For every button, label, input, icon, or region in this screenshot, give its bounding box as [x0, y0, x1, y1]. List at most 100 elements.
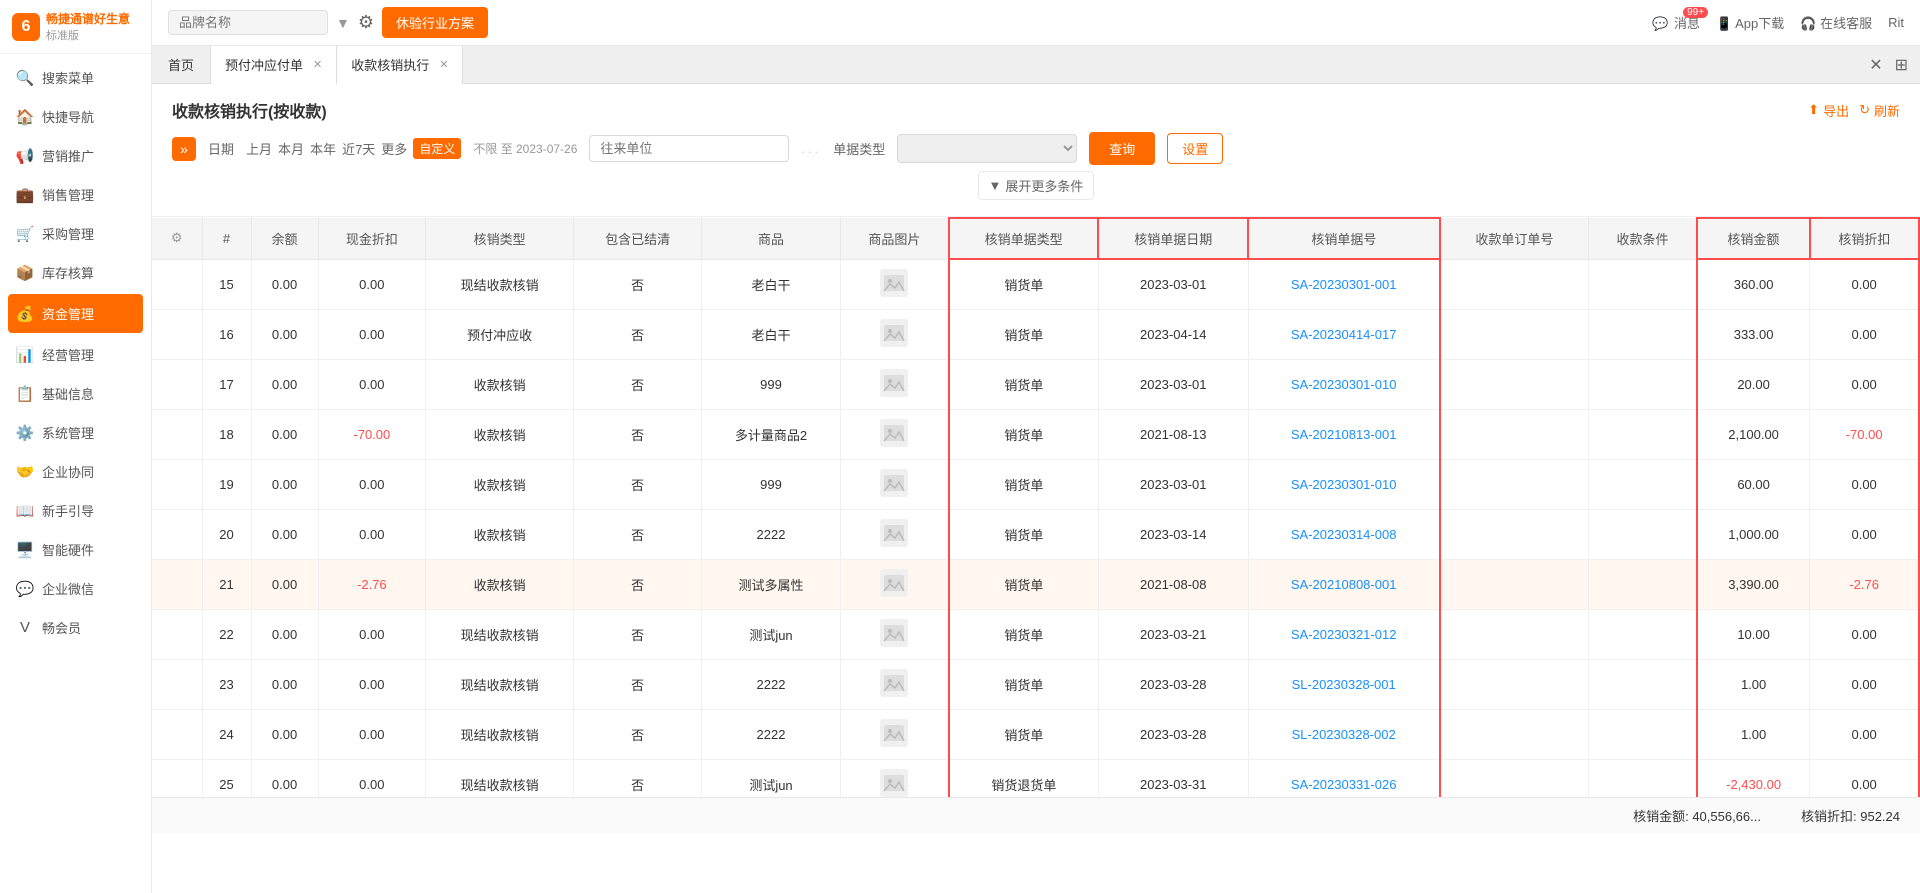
- cell-settings: [152, 709, 202, 759]
- cell-voucher-no[interactable]: SA-20230301-001: [1248, 259, 1440, 309]
- cell-voucher-date: 2023-04-14: [1098, 309, 1248, 359]
- download-icon: 📱: [1716, 16, 1732, 31]
- filter-expand-left-btn[interactable]: »: [172, 137, 196, 161]
- tab-close-receipt[interactable]: ✕: [439, 58, 448, 71]
- sidebar-item-basic[interactable]: 📋 基础信息: [0, 374, 151, 413]
- page-content: 收款核销执行(按收款) ⬆ 导出 ↻ 刷新 » 日期: [152, 84, 1920, 893]
- chevron-down-icon[interactable]: ▼: [336, 15, 350, 31]
- cell-settled: 否: [574, 459, 702, 509]
- sales-icon: 💼: [16, 186, 34, 204]
- cell-amount: 2,100.00: [1697, 409, 1810, 459]
- sidebar-item-marketing[interactable]: 📢 营销推广: [0, 136, 151, 175]
- system-icon: ⚙️: [16, 424, 34, 442]
- cell-product-img: [841, 409, 949, 459]
- brand-search-input[interactable]: [168, 10, 328, 35]
- th-amount: 核销金额: [1697, 218, 1810, 259]
- cell-cash-discount: 0.00: [318, 709, 426, 759]
- cell-order-no: [1440, 759, 1589, 797]
- cell-voucher-no[interactable]: SA-20230301-010: [1248, 459, 1440, 509]
- settings-icon[interactable]: ⚙: [358, 12, 374, 33]
- th-order-no: 收款单订单号: [1440, 218, 1589, 259]
- cell-voucher-no[interactable]: SA-20230414-017: [1248, 309, 1440, 359]
- cell-order-no: [1440, 459, 1589, 509]
- date-more[interactable]: 更多: [381, 139, 407, 158]
- tab-close-prepay[interactable]: ✕: [313, 58, 322, 71]
- sidebar-item-finance[interactable]: 💰 资金管理: [8, 294, 143, 333]
- sidebar-item-wechat[interactable]: 💬 企业微信: [0, 569, 151, 608]
- sidebar-item-purchase[interactable]: 🛒 采购管理: [0, 214, 151, 253]
- filter-settings-btn[interactable]: 设置: [1167, 133, 1223, 164]
- cell-voucher-no[interactable]: SA-20230314-008: [1248, 509, 1440, 559]
- cell-voucher-date: 2023-03-21: [1098, 609, 1248, 659]
- cell-type: 收款核销: [426, 509, 574, 559]
- query-btn[interactable]: 查询: [1089, 132, 1155, 165]
- th-cash-discount: 现金折扣: [318, 218, 426, 259]
- sidebar-item-member[interactable]: V 畅会员: [0, 608, 151, 647]
- user-profile[interactable]: Rit: [1888, 15, 1904, 30]
- sidebar-item-quicknav[interactable]: 🏠 快捷导航: [0, 97, 151, 136]
- cell-type: 收款核销: [426, 459, 574, 509]
- cell-voucher-no[interactable]: SA-20230331-026: [1248, 759, 1440, 797]
- th-voucher-type: 核销单据类型: [949, 218, 1099, 259]
- date-this-month[interactable]: 本月: [278, 139, 304, 158]
- cell-condition: [1589, 609, 1697, 659]
- notification-bell[interactable]: 💬 消息 99+: [1652, 13, 1700, 32]
- cell-settled: 否: [574, 409, 702, 459]
- sidebar-item-search[interactable]: 🔍 搜索菜单: [0, 58, 151, 97]
- hardware-icon: 🖥️: [16, 541, 34, 559]
- cell-voucher-no[interactable]: SA-20230301-010: [1248, 359, 1440, 409]
- tab-close-window-btn[interactable]: ✕: [1865, 51, 1886, 79]
- cell-settings: [152, 559, 202, 609]
- cell-voucher-no[interactable]: SA-20210808-001: [1248, 559, 1440, 609]
- tab-bar: 首页 预付冲应付单 ✕ 收款核销执行 ✕ ✕ ⊞: [152, 46, 1920, 84]
- sidebar-item-operations[interactable]: 📊 经营管理: [0, 335, 151, 374]
- trading-partner-input[interactable]: [589, 135, 789, 162]
- cell-product-img: [841, 559, 949, 609]
- app-download-link[interactable]: 📱 App下载: [1716, 13, 1784, 32]
- member-icon: V: [16, 619, 34, 637]
- cell-settled: 否: [574, 559, 702, 609]
- cell-voucher-type: 销货退货单: [949, 759, 1099, 797]
- home-icon: 🏠: [16, 108, 34, 126]
- sidebar-item-guide[interactable]: 📖 新手引导: [0, 491, 151, 530]
- sidebar-item-inventory[interactable]: 📦 库存核算: [0, 253, 151, 292]
- cell-voucher-date: 2021-08-13: [1098, 409, 1248, 459]
- industry-btn[interactable]: 休验行业方案: [382, 7, 488, 38]
- tab-home[interactable]: 首页: [152, 46, 211, 84]
- th-settings[interactable]: ⚙: [152, 218, 202, 259]
- expand-more-conditions-btn[interactable]: ▼ 展开更多条件: [978, 171, 1095, 200]
- cell-voucher-no[interactable]: SL-20230328-001: [1248, 659, 1440, 709]
- sidebar-item-sales[interactable]: 💼 销售管理: [0, 175, 151, 214]
- online-service-link[interactable]: 🎧 在线客服: [1800, 13, 1872, 32]
- th-product-img: 商品图片: [841, 218, 949, 259]
- sidebar-item-collab[interactable]: 🤝 企业协同: [0, 452, 151, 491]
- logo-icon: 6: [12, 13, 40, 41]
- date-this-year[interactable]: 本年: [310, 139, 336, 158]
- cell-voucher-type: 销货单: [949, 509, 1099, 559]
- export-btn[interactable]: ⬆ 导出: [1808, 101, 1849, 120]
- cell-order-no: [1440, 709, 1589, 759]
- date-last-7days[interactable]: 近7天: [342, 139, 375, 158]
- cell-voucher-no[interactable]: SL-20230328-002: [1248, 709, 1440, 759]
- th-voucher-date: 核销单据日期: [1098, 218, 1248, 259]
- refresh-btn[interactable]: ↻ 刷新: [1859, 101, 1900, 120]
- sidebar-item-system[interactable]: ⚙️ 系统管理: [0, 413, 151, 452]
- message-icon: 💬: [1652, 16, 1668, 31]
- cell-voucher-no[interactable]: SA-20210813-001: [1248, 409, 1440, 459]
- cell-discount: 0.00: [1810, 359, 1919, 409]
- cell-amount: 1.00: [1697, 659, 1810, 709]
- cell-voucher-type: 销货单: [949, 609, 1099, 659]
- sidebar-item-hardware[interactable]: 🖥️ 智能硬件: [0, 530, 151, 569]
- tab-prepay[interactable]: 预付冲应付单 ✕: [211, 46, 337, 84]
- cell-amount: 333.00: [1697, 309, 1810, 359]
- voucher-type-select[interactable]: [897, 134, 1077, 163]
- cell-voucher-no[interactable]: SA-20230321-012: [1248, 609, 1440, 659]
- cell-condition: [1589, 459, 1697, 509]
- tab-maximize-btn[interactable]: ⊞: [1891, 51, 1912, 79]
- filter-date-links: 上月 本月 本年 近7天 更多 自定义: [246, 138, 461, 159]
- cell-discount: 0.00: [1810, 459, 1919, 509]
- cell-condition: [1589, 359, 1697, 409]
- tab-receipt[interactable]: 收款核销执行 ✕: [337, 46, 463, 84]
- date-last-month[interactable]: 上月: [246, 139, 272, 158]
- date-custom[interactable]: 自定义: [413, 138, 461, 159]
